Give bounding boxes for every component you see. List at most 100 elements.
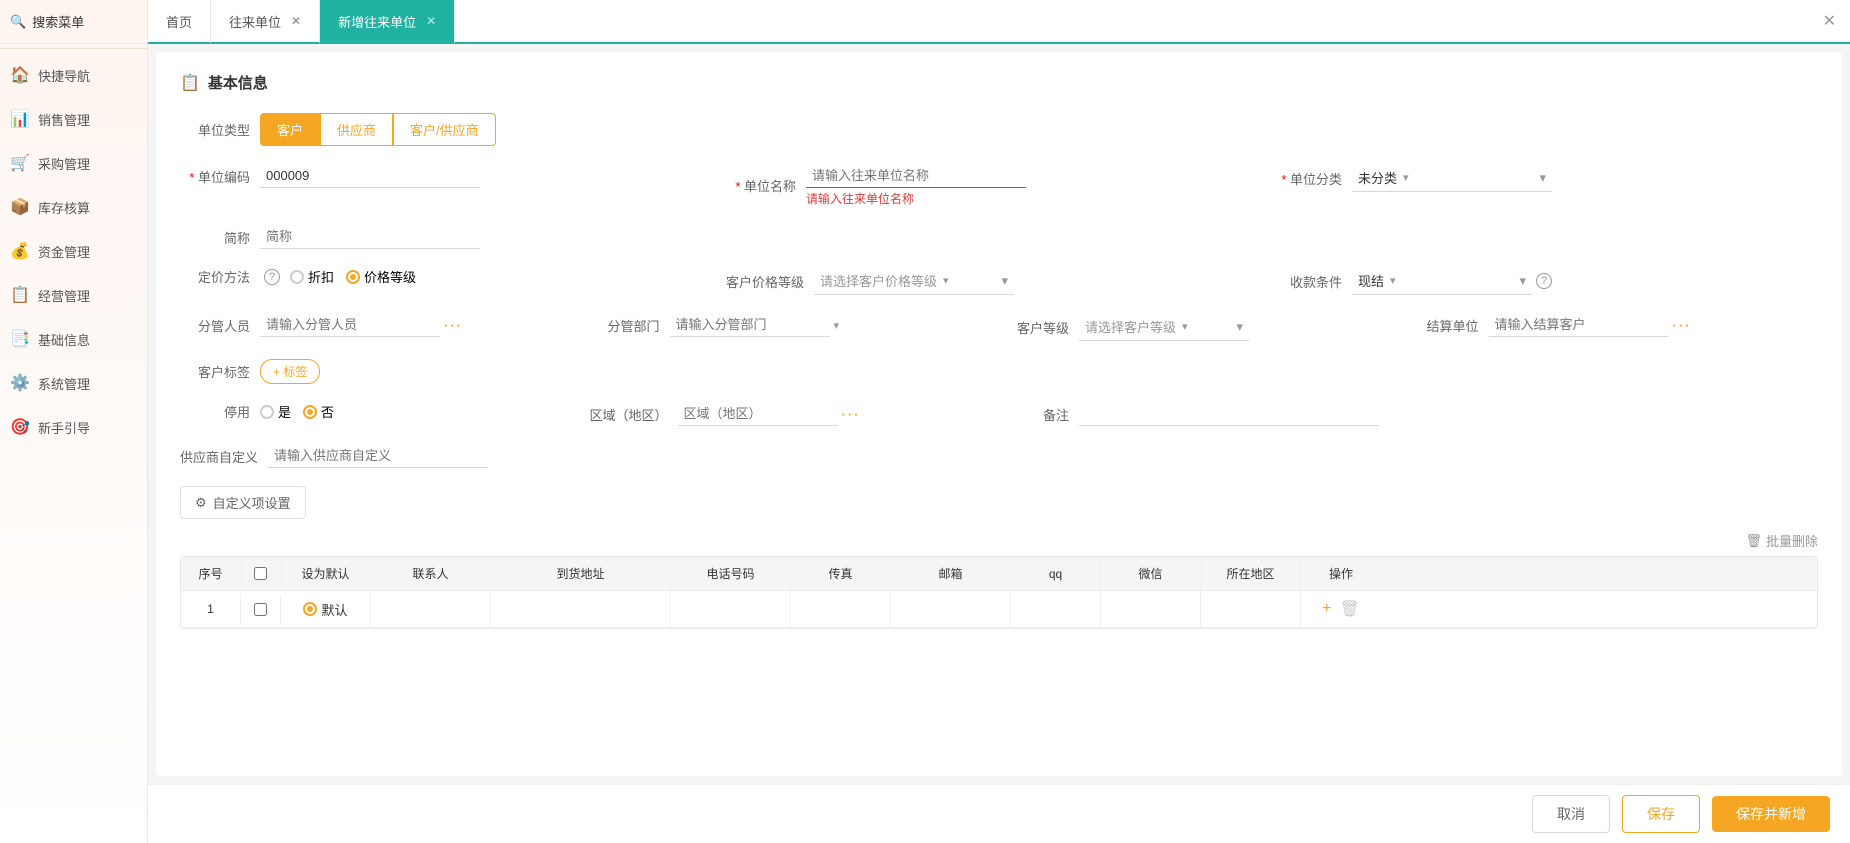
- remark-input[interactable]: [1079, 402, 1379, 426]
- region-more-btn[interactable]: ···: [838, 407, 865, 422]
- settlement-more-btn[interactable]: ···: [1669, 318, 1696, 333]
- row-wechat[interactable]: [1101, 591, 1201, 627]
- payment-help-icon[interactable]: ?: [1536, 273, 1552, 289]
- pricing-help-icon[interactable]: ?: [264, 269, 280, 285]
- sidebar-item-system[interactable]: ⚙️ 系统管理: [0, 361, 147, 405]
- tab-partner[interactable]: 往来单位 ✕: [211, 0, 320, 43]
- row-region-input[interactable]: [1209, 599, 1292, 619]
- row-phone[interactable]: [671, 591, 791, 627]
- phone-input[interactable]: [679, 599, 782, 619]
- wechat-input[interactable]: [1109, 599, 1192, 619]
- row-fax[interactable]: [791, 591, 891, 627]
- col-header-phone: 电话号码: [671, 557, 791, 590]
- price-level-select[interactable]: 请选择客户价格等级 ▾: [814, 267, 1014, 295]
- short-name-input[interactable]: [260, 225, 480, 249]
- payment-value: 现结: [1358, 271, 1384, 290]
- tab-home[interactable]: 首页: [148, 0, 211, 43]
- remark-label: 备注: [999, 405, 1079, 424]
- region-input[interactable]: [678, 402, 838, 426]
- pricing-radio-group: 折扣 价格等级: [290, 267, 416, 286]
- save-new-button[interactable]: 保存并新增: [1712, 796, 1830, 832]
- section-title: 基本信息: [208, 72, 268, 93]
- sidebar-item-inventory[interactable]: 📦 库存核算: [0, 185, 147, 229]
- pricing-group: 定价方法 ? 折扣 价格等级: [180, 267, 726, 286]
- customer-level-arrow: ▾: [1182, 320, 1188, 333]
- manager-more-btn[interactable]: ···: [440, 318, 467, 333]
- row-action: + 🗑: [1301, 591, 1381, 627]
- price-level-group-label: 客户价格等级: [726, 272, 814, 291]
- customer-level-select[interactable]: 请选择客户等级 ▾: [1079, 313, 1249, 341]
- custom-settings-label: 自定义项设置: [213, 493, 291, 512]
- table-check-all[interactable]: [254, 567, 267, 580]
- type-btn-customer[interactable]: 客户: [260, 113, 320, 146]
- add-tag-button[interactable]: + 标签: [260, 359, 320, 384]
- cancel-button[interactable]: 取消: [1532, 795, 1610, 833]
- sidebar-search[interactable]: 🔍 搜索菜单: [0, 0, 147, 44]
- unit-name-group: 单位名称 请输入往来单位名称: [726, 164, 1272, 207]
- default-radio[interactable]: [303, 602, 317, 616]
- supplier-custom-group: 供应商自定义: [180, 444, 1818, 468]
- fax-input[interactable]: [799, 599, 882, 619]
- col-header-wechat: 微信: [1101, 557, 1201, 590]
- row-region[interactable]: [1201, 591, 1301, 627]
- region-label: 区域（地区）: [590, 405, 678, 424]
- sidebar-item-operations[interactable]: 📋 经营管理: [0, 273, 147, 317]
- pricing-discount[interactable]: 折扣: [290, 267, 334, 286]
- type-btn-both[interactable]: 客户/供应商: [393, 113, 496, 146]
- type-btn-supplier[interactable]: 供应商: [320, 113, 393, 146]
- batch-delete-area[interactable]: 🗑 批量删除: [180, 531, 1818, 550]
- disabled-group: 停用 是 否: [180, 402, 590, 421]
- contact-input[interactable]: [379, 599, 482, 619]
- qq-input[interactable]: [1019, 599, 1092, 619]
- table-row: 1 默认: [181, 591, 1817, 628]
- tab-new-partner[interactable]: 新增往来单位 ✕: [320, 0, 455, 43]
- settlement-input[interactable]: [1489, 313, 1669, 337]
- payment-select[interactable]: 现结 ▾: [1352, 267, 1532, 295]
- short-name-row: 简称: [180, 225, 1818, 249]
- disabled-yes[interactable]: 是: [260, 402, 291, 421]
- sidebar-item-quick-nav[interactable]: 🏠 快捷导航: [0, 53, 147, 97]
- footer-bar: 取消 保存 保存并新增: [148, 784, 1850, 843]
- row-contact[interactable]: [371, 591, 491, 627]
- discount-label: 折扣: [308, 267, 334, 286]
- custom-settings-button[interactable]: ⚙ 自定义项设置: [180, 486, 306, 519]
- row-default: 默认: [281, 592, 371, 627]
- sidebar-item-basic[interactable]: 📑 基础信息: [0, 317, 147, 361]
- email-input[interactable]: [899, 599, 1002, 619]
- sidebar-item-purchase[interactable]: 🛒 采购管理: [0, 141, 147, 185]
- tab-partner-close[interactable]: ✕: [291, 14, 301, 28]
- row-address[interactable]: [491, 591, 671, 627]
- supplier-custom-input[interactable]: [268, 444, 488, 468]
- tab-partner-label: 往来单位: [229, 12, 281, 31]
- delete-row-icon[interactable]: 🗑: [1340, 599, 1360, 619]
- sidebar-item-finance[interactable]: 💰 资金管理: [0, 229, 147, 273]
- sidebar-item-sales[interactable]: 📊 销售管理: [0, 97, 147, 141]
- unit-category-value: 未分类: [1358, 168, 1397, 187]
- row-checkbox[interactable]: [254, 603, 267, 616]
- tab-new-partner-close[interactable]: ✕: [426, 14, 436, 28]
- region-group: 区域（地区） ···: [590, 402, 1000, 426]
- add-row-icon[interactable]: +: [1322, 600, 1331, 618]
- main-area: 首页 往来单位 ✕ 新增往来单位 ✕ ✕ 📋 基本信息 单位类型 客户 供应商 …: [148, 0, 1850, 843]
- window-close-icon[interactable]: ✕: [1823, 11, 1836, 31]
- discount-radio-dot: [290, 270, 304, 284]
- default-label: 默认: [321, 600, 347, 619]
- address-input[interactable]: [499, 599, 662, 619]
- dept-input[interactable]: [670, 313, 830, 337]
- batch-delete-icon: 🗑: [1745, 533, 1762, 549]
- sidebar-item-guide[interactable]: 🎯 新手引导: [0, 405, 147, 449]
- row-qq[interactable]: [1011, 591, 1101, 627]
- unit-name-input[interactable]: [806, 164, 1026, 188]
- sidebar-item-label: 经营管理: [38, 286, 90, 305]
- chart-icon: 📊: [10, 109, 30, 129]
- unit-category-select[interactable]: 未分类 ▾: [1352, 164, 1552, 192]
- pricing-price-level[interactable]: 价格等级: [346, 267, 416, 286]
- disabled-no[interactable]: 否: [303, 402, 334, 421]
- unit-code-input[interactable]: [260, 164, 480, 188]
- price-level-radio-dot: [346, 270, 360, 284]
- row-seq: 1: [181, 594, 241, 624]
- unit-type-group: 单位类型 客户 供应商 客户/供应商: [180, 113, 1818, 146]
- save-button[interactable]: 保存: [1622, 795, 1700, 833]
- row-email[interactable]: [891, 591, 1011, 627]
- manager-input[interactable]: [260, 313, 440, 337]
